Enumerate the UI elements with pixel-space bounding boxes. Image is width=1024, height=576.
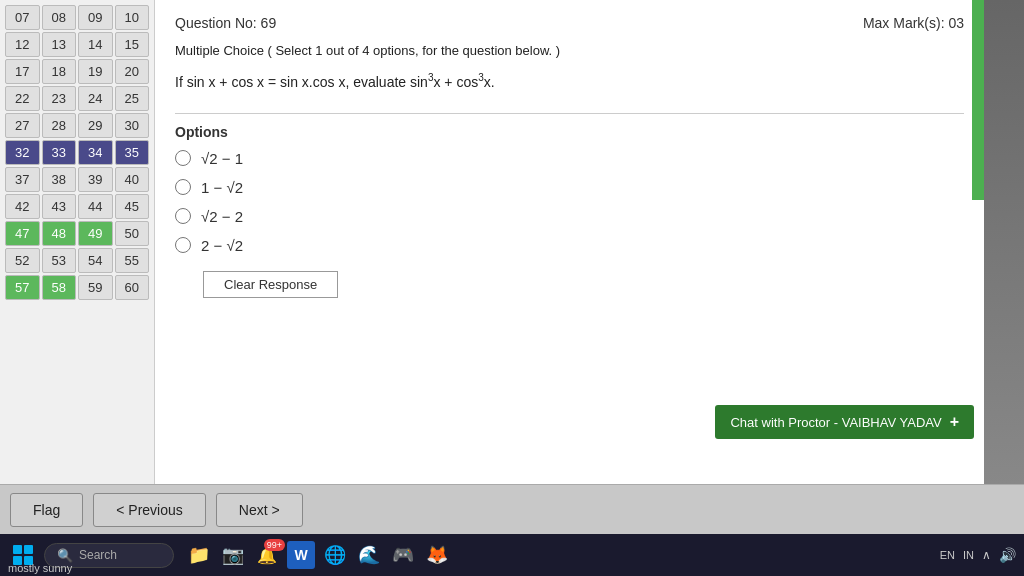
num-34[interactable]: 34 — [78, 140, 113, 165]
option-4-text: 2 − √2 — [201, 237, 243, 254]
sound-icon[interactable]: 🔊 — [999, 547, 1016, 563]
taskbar-app-icon[interactable]: 🦊 — [423, 541, 451, 569]
main-area: 07 08 09 10 12 13 14 15 17 18 19 20 22 2… — [0, 0, 1024, 484]
num-20[interactable]: 20 — [115, 59, 150, 84]
options-heading: Options — [175, 124, 964, 140]
num-57[interactable]: 57 — [5, 275, 40, 300]
num-39[interactable]: 39 — [78, 167, 113, 192]
option-1-text: √2 − 1 — [201, 150, 243, 167]
num-23[interactable]: 23 — [42, 86, 77, 111]
num-29[interactable]: 29 — [78, 113, 113, 138]
option-2-radio[interactable] — [175, 179, 191, 195]
search-icon: 🔍 — [57, 548, 73, 563]
taskbar-steam-icon[interactable]: 🎮 — [389, 541, 417, 569]
num-40[interactable]: 40 — [115, 167, 150, 192]
num-28[interactable]: 28 — [42, 113, 77, 138]
chevron-up-icon[interactable]: ∧ — [982, 548, 991, 562]
taskbar-files-icon[interactable]: 📁 — [185, 541, 213, 569]
num-55[interactable]: 55 — [115, 248, 150, 273]
num-15[interactable]: 15 — [115, 32, 150, 57]
exponent2: 3 — [478, 72, 484, 83]
option-3-text: √2 − 2 — [201, 208, 243, 225]
num-48[interactable]: 48 — [42, 221, 77, 246]
num-27[interactable]: 27 — [5, 113, 40, 138]
taskbar-chrome-icon[interactable]: 🌐 — [321, 541, 349, 569]
num-08[interactable]: 08 — [42, 5, 77, 30]
option-2-text: 1 − √2 — [201, 179, 243, 196]
num-12[interactable]: 12 — [5, 32, 40, 57]
option-1[interactable]: √2 − 1 — [175, 150, 964, 167]
num-37[interactable]: 37 — [5, 167, 40, 192]
num-25[interactable]: 25 — [115, 86, 150, 111]
num-59[interactable]: 59 — [78, 275, 113, 300]
divider — [175, 113, 964, 114]
num-47[interactable]: 47 — [5, 221, 40, 246]
question-number-sidebar: 07 08 09 10 12 13 14 15 17 18 19 20 22 2… — [0, 0, 155, 484]
num-44[interactable]: 44 — [78, 194, 113, 219]
option-1-radio[interactable] — [175, 150, 191, 166]
next-button[interactable]: Next > — [216, 493, 303, 527]
taskbar-edge-icon[interactable]: 🌊 — [355, 541, 383, 569]
option-2[interactable]: 1 − √2 — [175, 179, 964, 196]
num-14[interactable]: 14 — [78, 32, 113, 57]
question-area: Question No: 69 Max Mark(s): 03 Multiple… — [155, 0, 984, 484]
num-43[interactable]: 43 — [42, 194, 77, 219]
clear-response-button[interactable]: Clear Response — [203, 271, 338, 298]
question-type-label: Multiple Choice ( Select 1 out of 4 opti… — [175, 41, 964, 62]
num-09[interactable]: 09 — [78, 5, 113, 30]
num-38[interactable]: 38 — [42, 167, 77, 192]
chat-bar[interactable]: Chat with Proctor - VAIBHAV YADAV + — [715, 405, 974, 439]
option-4[interactable]: 2 − √2 — [175, 237, 964, 254]
taskbar-camera-icon[interactable]: 📷 — [219, 541, 247, 569]
num-07[interactable]: 07 — [5, 5, 40, 30]
num-33[interactable]: 33 — [42, 140, 77, 165]
option-3[interactable]: √2 − 2 — [175, 208, 964, 225]
option-3-radio[interactable] — [175, 208, 191, 224]
flag-button[interactable]: Flag — [10, 493, 83, 527]
right-panel — [984, 0, 1024, 484]
num-58[interactable]: 58 — [42, 275, 77, 300]
num-10[interactable]: 10 — [115, 5, 150, 30]
num-53[interactable]: 53 — [42, 248, 77, 273]
max-marks-label: Max Mark(s): 03 — [863, 15, 964, 31]
taskbar-icons: 📁 📷 🔔 99+ W 🌐 🌊 🎮 🦊 — [185, 541, 451, 569]
chat-plus-icon: + — [950, 413, 959, 431]
exponent1: 3 — [428, 72, 434, 83]
taskbar-notifications-icon[interactable]: 🔔 99+ — [253, 541, 281, 569]
question-header: Question No: 69 Max Mark(s): 03 — [175, 15, 964, 31]
weather-label: mostly sunny — [8, 562, 72, 574]
previous-button[interactable]: < Previous — [93, 493, 206, 527]
notification-badge: 99+ — [264, 539, 285, 551]
num-18[interactable]: 18 — [42, 59, 77, 84]
taskbar: 🔍 Search 📁 📷 🔔 99+ W 🌐 🌊 🎮 🦊 EN IN ∧ 🔊 m… — [0, 534, 1024, 576]
num-13[interactable]: 13 — [42, 32, 77, 57]
num-19[interactable]: 19 — [78, 59, 113, 84]
search-label: Search — [79, 548, 117, 562]
num-45[interactable]: 45 — [115, 194, 150, 219]
option-4-radio[interactable] — [175, 237, 191, 253]
num-60[interactable]: 60 — [115, 275, 150, 300]
navigation-bar: Flag < Previous Next > — [0, 484, 1024, 534]
screen-container: 07 08 09 10 12 13 14 15 17 18 19 20 22 2… — [0, 0, 1024, 576]
num-52[interactable]: 52 — [5, 248, 40, 273]
question-number-label: Question No: 69 — [175, 15, 276, 31]
taskbar-word-icon[interactable]: W — [287, 541, 315, 569]
taskbar-lang: EN — [940, 549, 955, 561]
num-54[interactable]: 54 — [78, 248, 113, 273]
num-32[interactable]: 32 — [5, 140, 40, 165]
num-30[interactable]: 30 — [115, 113, 150, 138]
num-42[interactable]: 42 — [5, 194, 40, 219]
question-text: If sin x + cos x = sin x.cos x, evaluate… — [175, 70, 964, 93]
number-grid: 07 08 09 10 12 13 14 15 17 18 19 20 22 2… — [5, 5, 149, 300]
num-24[interactable]: 24 — [78, 86, 113, 111]
green-accent-strip — [972, 0, 984, 200]
chat-label: Chat with Proctor - VAIBHAV YADAV — [730, 415, 941, 430]
num-22[interactable]: 22 — [5, 86, 40, 111]
num-35[interactable]: 35 — [115, 140, 150, 165]
num-49[interactable]: 49 — [78, 221, 113, 246]
taskbar-region: IN — [963, 549, 974, 561]
num-50[interactable]: 50 — [115, 221, 150, 246]
num-17[interactable]: 17 — [5, 59, 40, 84]
taskbar-right: EN IN ∧ 🔊 — [940, 547, 1016, 563]
